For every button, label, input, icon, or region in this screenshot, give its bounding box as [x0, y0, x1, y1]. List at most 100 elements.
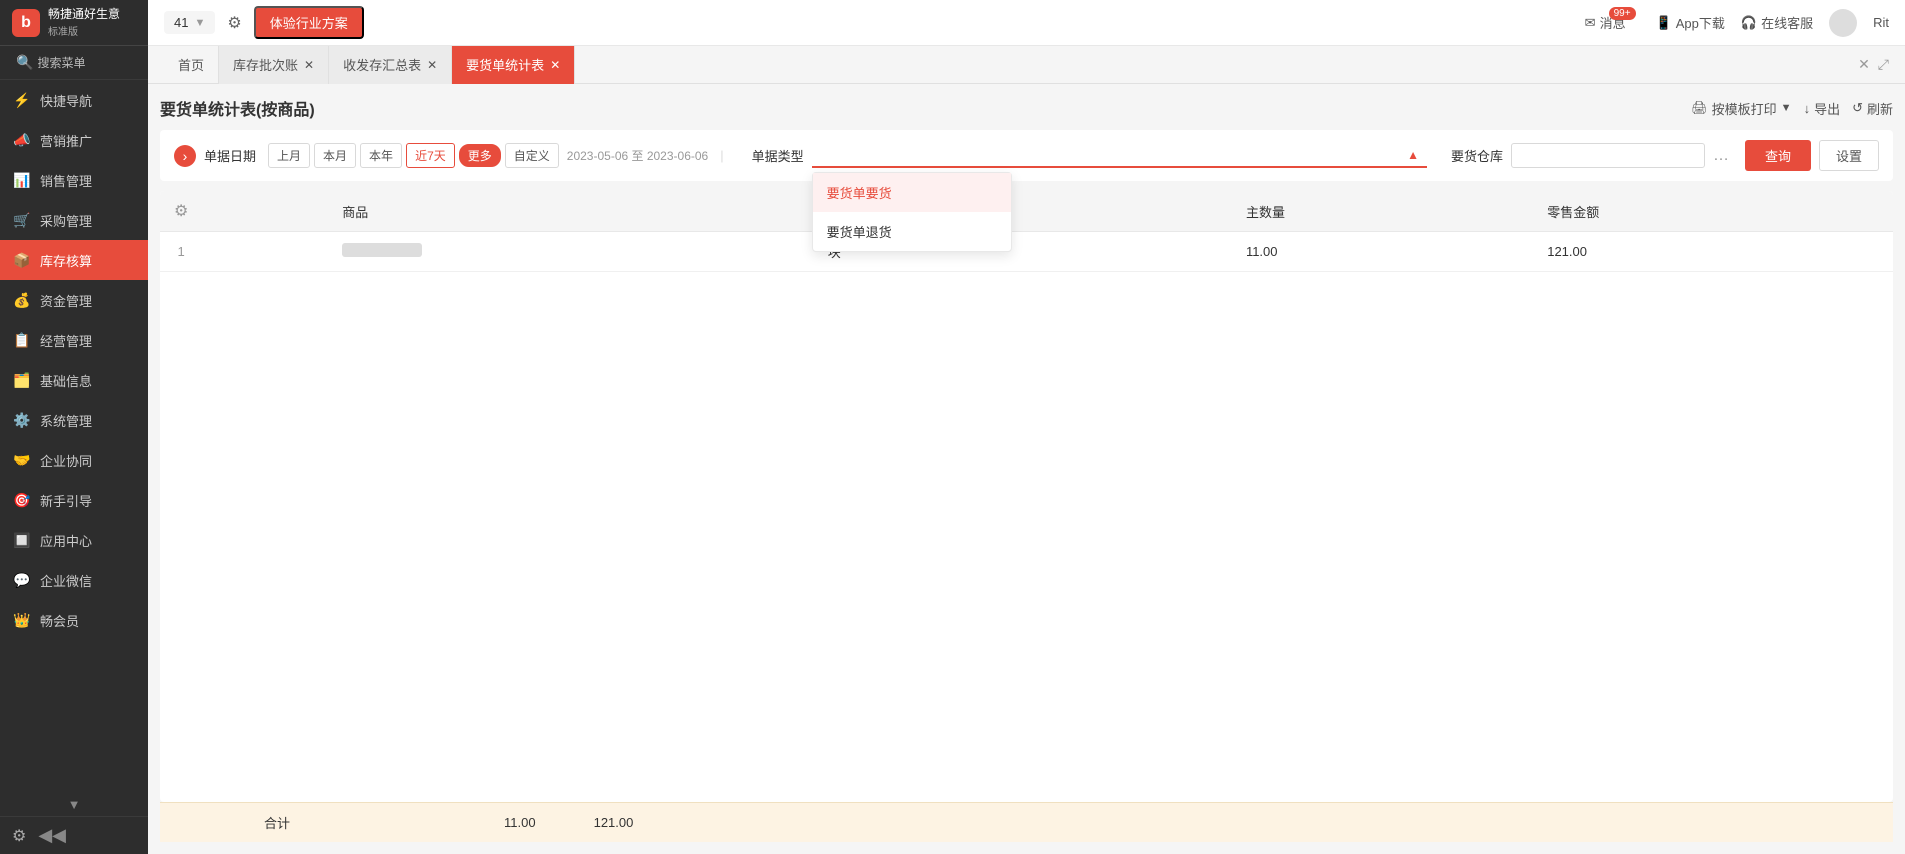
- row-product-cell: [328, 232, 814, 272]
- column-settings-icon[interactable]: ⚙: [174, 203, 188, 220]
- query-button[interactable]: 查询: [1745, 140, 1811, 171]
- warehouse-filter-label: 要货仓库: [1451, 146, 1503, 165]
- tab-batch[interactable]: 库存批次账 ✕: [219, 46, 329, 84]
- message-count-badge: 99+: [1609, 7, 1636, 20]
- tab-close-order-stat[interactable]: ✕: [550, 58, 560, 72]
- finance-icon: 💰: [12, 290, 32, 310]
- tab-close-all-icon[interactable]: ✕: [1858, 56, 1870, 73]
- avatar[interactable]: [1829, 9, 1857, 37]
- set-button[interactable]: 设置: [1819, 140, 1879, 171]
- sidebar-item-vip[interactable]: 👑 畅会员: [0, 600, 148, 640]
- topbar-gear-icon[interactable]: ⚙: [227, 13, 241, 33]
- store-selector[interactable]: 41 ▼: [164, 11, 215, 34]
- warehouse-more-icon[interactable]: …: [1713, 147, 1729, 165]
- shortcut-icon: ⚡: [12, 90, 32, 110]
- row-no-cell: 1: [160, 232, 202, 272]
- sidebar-item-inventory[interactable]: 📦 库存核算: [0, 240, 148, 280]
- col-settings[interactable]: ⚙: [160, 191, 202, 232]
- marketing-icon: 📣: [12, 130, 32, 150]
- page-actions: 🖨 按模板打印 ▼ ↓ 导出 ↺ 刷新: [1691, 99, 1893, 118]
- apps-icon: 🔲: [12, 530, 32, 550]
- export-icon: ↓: [1804, 101, 1811, 116]
- sidebar-item-shortcut[interactable]: ⚡ 快捷导航: [0, 80, 148, 120]
- search-icon: 🔍: [16, 54, 33, 71]
- tab-expand-icon[interactable]: ⤢: [1878, 56, 1889, 73]
- footer-values: 11.00 121.00: [290, 815, 1879, 830]
- service-icon: 🎧: [1741, 15, 1757, 31]
- filter-divider: |: [720, 148, 723, 163]
- date-btn-custom[interactable]: 自定义: [505, 143, 559, 168]
- app-download-icon: 📱: [1656, 15, 1672, 31]
- warehouse-filter-group: 要货仓库 …: [1451, 143, 1729, 168]
- tab-close-receivable[interactable]: ✕: [427, 58, 437, 72]
- topbar-left: 41 ▼ ⚙ 体验行业方案: [164, 6, 1585, 39]
- store-name: 41: [174, 15, 188, 30]
- sidebar-item-purchase[interactable]: 🛒 采购管理: [0, 200, 148, 240]
- sidebar-item-sales[interactable]: 📊 销售管理: [0, 160, 148, 200]
- topbar-right: ✉ 消息 99+ 📱 App下载 🎧 在线客服 Rit: [1585, 9, 1889, 37]
- date-btn-up[interactable]: 上月: [268, 143, 310, 168]
- col-product: 商品: [328, 191, 814, 232]
- filter-bar: › 单据日期 上月 本月 本年 近7天 更多 自定义 2023-05-06 至 …: [160, 130, 1893, 181]
- filter-expand-button[interactable]: ›: [174, 145, 196, 167]
- app-download-button[interactable]: 📱 App下载: [1656, 13, 1725, 32]
- purchase-icon: 🛒: [12, 210, 32, 230]
- type-dropdown-container: ▲ 要货单要货 要货单退货: [812, 143, 1427, 168]
- table-header-row: ⚙ 商品 主计量单位 主数量 零售金额: [160, 191, 1893, 232]
- table-container: ⚙ 商品 主计量单位 主数量 零售金额 1: [160, 191, 1893, 802]
- tab-receivable[interactable]: 收发存汇总表 ✕: [329, 46, 452, 84]
- col-qty: 主数量: [1232, 191, 1533, 232]
- sidebar-item-guide[interactable]: 🎯 新手引导: [0, 480, 148, 520]
- export-button[interactable]: ↓ 导出: [1804, 99, 1841, 118]
- content-area: 要货单统计表(按商品) 🖨 按模板打印 ▼ ↓ 导出 ↺ 刷新 ›: [148, 84, 1905, 854]
- type-chevron-icon: ▲: [1407, 148, 1419, 162]
- tab-order-stat[interactable]: 要货单统计表 ✕: [452, 46, 575, 84]
- message-button[interactable]: ✉ 消息 99+: [1585, 13, 1626, 32]
- sidebar-item-basic[interactable]: 🗂️ 基础信息: [0, 360, 148, 400]
- sidebar-item-wechat[interactable]: 💬 企业微信: [0, 560, 148, 600]
- message-icon: ✉: [1585, 15, 1596, 31]
- date-btn-more[interactable]: 更多: [459, 144, 501, 167]
- warehouse-input[interactable]: [1511, 143, 1705, 168]
- trial-button[interactable]: 体验行业方案: [254, 6, 364, 39]
- username-label: Rit: [1873, 15, 1889, 30]
- dropdown-item-return[interactable]: 要货单退货: [813, 212, 1011, 251]
- print-button[interactable]: 🖨 按模板打印 ▼: [1691, 99, 1791, 118]
- dropdown-item-order[interactable]: 要货单要货: [813, 173, 1011, 212]
- tab-home[interactable]: 首页: [164, 46, 219, 84]
- scroll-down-icon: ▼: [68, 797, 81, 812]
- type-filter-group: 单据类型 ▲ 要货单要货 要货单退货: [752, 143, 1427, 168]
- online-service-button[interactable]: 🎧 在线客服: [1741, 13, 1813, 32]
- date-btn-year[interactable]: 本年: [360, 143, 402, 168]
- tab-close-batch[interactable]: ✕: [304, 58, 314, 72]
- guide-icon: 🎯: [12, 490, 32, 510]
- type-input[interactable]: [820, 147, 1399, 162]
- date-filter-label: 单据日期: [204, 146, 256, 165]
- sidebar-scroll-down[interactable]: ▼: [0, 793, 148, 816]
- page-title: 要货单统计表(按商品): [160, 96, 315, 120]
- date-options-group: 上月 本月 本年 近7天 更多 自定义 2023-05-06 至 2023-06…: [268, 143, 708, 168]
- refresh-icon: ↺: [1852, 100, 1863, 116]
- sidebar-item-enterprise[interactable]: 🤝 企业协同: [0, 440, 148, 480]
- tab-bar-actions: ✕ ⤢: [1858, 56, 1889, 73]
- refresh-button[interactable]: ↺ 刷新: [1852, 99, 1893, 118]
- type-filter-label: 单据类型: [752, 146, 804, 165]
- sidebar-item-system[interactable]: ⚙️ 系统管理: [0, 400, 148, 440]
- date-btn-cur[interactable]: 本月: [314, 143, 356, 168]
- sidebar-logo: b 畅捷通好生意 标准版: [0, 0, 148, 46]
- sidebar-search[interactable]: 🔍 搜索菜单: [0, 46, 148, 80]
- settings-footer-icon[interactable]: ⚙: [12, 826, 26, 846]
- sidebar-item-finance[interactable]: 💰 资金管理: [0, 280, 148, 320]
- vip-icon: 👑: [12, 610, 32, 630]
- app-name: 畅捷通好生意 标准版: [48, 7, 120, 38]
- product-value-blurred: [342, 243, 422, 257]
- sales-icon: 📊: [12, 170, 32, 190]
- col-no: [202, 191, 328, 232]
- sidebar-item-marketing[interactable]: 📣 营销推广: [0, 120, 148, 160]
- date-btn-7days[interactable]: 近7天: [406, 143, 455, 168]
- sidebar-item-operation[interactable]: 📋 经营管理: [0, 320, 148, 360]
- row-settings-cell: [202, 232, 328, 272]
- collapse-sidebar-button[interactable]: ◀◀: [38, 825, 66, 846]
- sidebar-item-apps[interactable]: 🔲 应用中心: [0, 520, 148, 560]
- type-dropdown-trigger[interactable]: ▲: [812, 143, 1427, 168]
